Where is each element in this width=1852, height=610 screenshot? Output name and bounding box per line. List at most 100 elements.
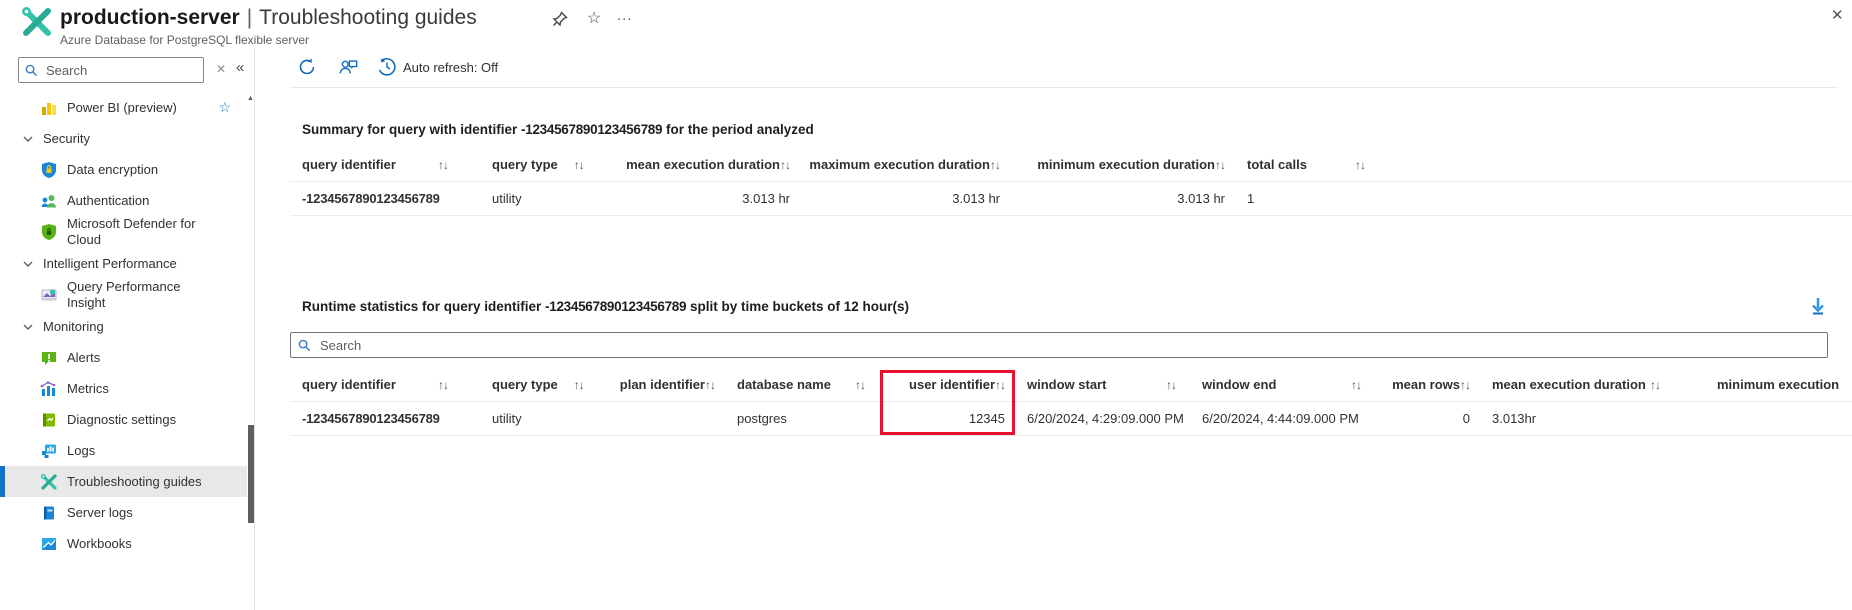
column-header-query-identifier[interactable]: query identifier ↑↓ (290, 368, 480, 401)
sidebar-item-power-bi[interactable]: Power BI (preview) ☆ (0, 92, 247, 123)
sidebar-item-label: Troubleshooting guides (67, 473, 202, 489)
column-label: plan identifier (619, 377, 705, 392)
blade-name: Troubleshooting guides (259, 6, 477, 29)
cell-plan-identifier (600, 402, 725, 435)
troubleshooting-guides-icon (22, 7, 51, 36)
cell-query-identifier: -1234567890123456789 (302, 411, 440, 426)
troubleshooting-guides-icon (41, 473, 57, 490)
cell-query-identifier: -1234567890123456789 (302, 191, 440, 206)
sidebar-item-data-encryption[interactable]: Data encryption (0, 154, 247, 185)
sidebar-item-alerts[interactable]: Alerts (0, 342, 247, 373)
runtime-section-title: Runtime statistics for query identifier … (302, 299, 909, 314)
feedback-icon[interactable] (338, 57, 358, 77)
sidebar-section-label: Security (43, 131, 90, 146)
sidebar-item-metrics[interactable]: Metrics (0, 373, 247, 404)
column-header-user-identifier[interactable]: user identifier ↑↓ (880, 368, 1015, 401)
sort-arrows-icon: ↑↓ (990, 157, 1001, 172)
azure-portal-blade: production-server | Troubleshooting guides… (0, 0, 1852, 610)
workbooks-icon (42, 537, 56, 550)
more-options-icon[interactable]: ... (617, 8, 635, 28)
sidebar-item-defender-for-cloud[interactable]: Microsoft Defender for Cloud (0, 216, 247, 248)
blade-content: Auto refresh: Off Summary for query with… (255, 48, 1852, 610)
sidebar-section-monitoring[interactable]: Monitoring (0, 311, 247, 342)
sort-arrows-icon: ↑↓ (1215, 157, 1226, 172)
sort-arrows-icon: ↑↓ (1354, 157, 1366, 172)
auto-refresh-label[interactable]: Auto refresh: Off (403, 60, 498, 75)
sidebar-scrollbar-up-icon[interactable]: ▲ (247, 95, 254, 102)
sidebar-search-input[interactable] (44, 61, 197, 79)
resource-menu-sidebar: ✕ « Power BI (preview) ☆ Security (0, 48, 255, 610)
sort-arrows-icon: ↑↓ (705, 377, 716, 392)
sidebar-item-query-performance-insight[interactable]: Query Performance Insight (0, 279, 247, 311)
authentication-icon (41, 194, 56, 207)
sidebar-collapse-icon[interactable]: « (236, 59, 244, 76)
sidebar-item-label: Alerts (67, 349, 101, 365)
column-label: window start (1027, 377, 1107, 392)
sidebar-item-label: Diagnostic settings (67, 411, 177, 427)
column-header-window-end[interactable]: window end ↑↓ (1190, 368, 1375, 401)
column-header-database-name[interactable]: database name ↑↓ (725, 368, 880, 401)
sidebar-section-label: Monitoring (43, 319, 104, 334)
sidebar-search-clear-icon[interactable]: ✕ (216, 62, 226, 76)
column-header-mean-execution-duration[interactable]: mean execution duration ↑↓ (1480, 368, 1690, 401)
cell-mean-execution-duration: 3.013 hr (742, 191, 790, 206)
favorite-star-icon[interactable]: ☆ (585, 10, 603, 28)
column-header-query-type[interactable]: query type ↑↓ (480, 148, 600, 181)
power-bi-favorite-star-icon[interactable]: ☆ (218, 99, 231, 116)
download-icon[interactable] (1807, 295, 1829, 317)
server-name: production-server (60, 6, 240, 29)
column-header-minimum-execution[interactable]: minimum execution (1690, 368, 1852, 401)
sidebar-section-intelligent-performance[interactable]: Intelligent Performance (0, 248, 247, 279)
runtime-table-header-row: query identifier ↑↓ query type ↑↓ plan ide… (290, 368, 1852, 402)
cell-mean-rows: 0 (1462, 411, 1470, 426)
search-icon (25, 64, 38, 76)
close-blade-icon[interactable]: ✕ (1831, 6, 1844, 24)
cell-query-type: utility (492, 411, 522, 426)
chevron-down-icon (23, 136, 33, 142)
column-header-plan-identifier[interactable]: plan identifier ↑↓ (600, 368, 725, 401)
sort-arrows-icon: ↑↓ (1351, 377, 1362, 392)
sidebar-item-server-logs[interactable]: Server logs (0, 497, 247, 528)
summary-table-row: -1234567890123456789 utility 3.013 hr 3.… (290, 182, 1852, 216)
column-label: query type (492, 377, 558, 392)
sidebar-item-troubleshooting-guides[interactable]: Troubleshooting guides (0, 466, 247, 497)
sidebar-item-label: Power BI (preview) (67, 99, 177, 115)
blade-header: production-server | Troubleshooting guides… (0, 0, 1852, 48)
alerts-icon (42, 351, 56, 365)
column-label: mean rows (1392, 377, 1460, 392)
auto-refresh-clock-icon[interactable] (377, 57, 397, 77)
summary-section-title: Summary for query with identifier -12345… (302, 122, 814, 137)
sidebar-item-diagnostic-settings[interactable]: Diagnostic settings (0, 404, 247, 435)
cell-window-start: 6/20/2024, 4:29:09.000 PM (1027, 411, 1184, 426)
summary-title-query-id: -1234567890123456789 (521, 122, 663, 137)
runtime-search-input[interactable] (318, 336, 1820, 354)
sidebar-item-workbooks[interactable]: Workbooks (0, 528, 247, 559)
sidebar-scrollbar-thumb[interactable] (248, 425, 254, 523)
column-header-mean-execution-duration[interactable]: mean execution duration ↑↓ (600, 148, 800, 181)
sidebar-section-label: Intelligent Performance (43, 256, 177, 271)
column-header-window-start[interactable]: window start ↑↓ (1015, 368, 1190, 401)
runtime-search-box[interactable] (290, 332, 1828, 358)
column-header-maximum-execution-duration[interactable]: maximum execution duration ↑↓ (800, 148, 1010, 181)
runtime-title-query-id: -1234567890123456789 (545, 299, 687, 314)
refresh-icon[interactable] (297, 57, 317, 77)
column-header-total-calls[interactable]: total calls ↑↓ (1235, 148, 1400, 181)
sort-arrows-icon: ↑↓ (1460, 377, 1471, 392)
summary-title-suffix: for the period analyzed (662, 122, 814, 137)
column-label: query identifier (302, 377, 396, 392)
column-header-query-identifier[interactable]: query identifier ↑↓ (290, 148, 480, 181)
pin-icon[interactable] (551, 10, 569, 28)
sidebar-item-label: Query Performance Insight (67, 279, 181, 310)
column-header-mean-rows[interactable]: mean rows ↑↓ (1375, 368, 1480, 401)
page-title: production-server | Troubleshooting guides (60, 6, 477, 30)
sidebar-item-logs[interactable]: Logs (0, 435, 247, 466)
sidebar-section-security[interactable]: Security (0, 123, 247, 154)
summary-title-prefix: Summary for query with identifier (302, 122, 522, 137)
sidebar-search-box[interactable] (18, 57, 204, 83)
column-label: window end (1202, 377, 1277, 392)
column-label: minimum execution duration (1037, 157, 1215, 172)
sidebar-item-authentication[interactable]: Authentication (0, 185, 247, 216)
column-header-minimum-execution-duration[interactable]: minimum execution duration ↑↓ (1010, 148, 1235, 181)
service-subtitle: Azure Database for PostgreSQL flexible s… (60, 33, 310, 47)
column-header-query-type[interactable]: query type ↑↓ (480, 368, 600, 401)
